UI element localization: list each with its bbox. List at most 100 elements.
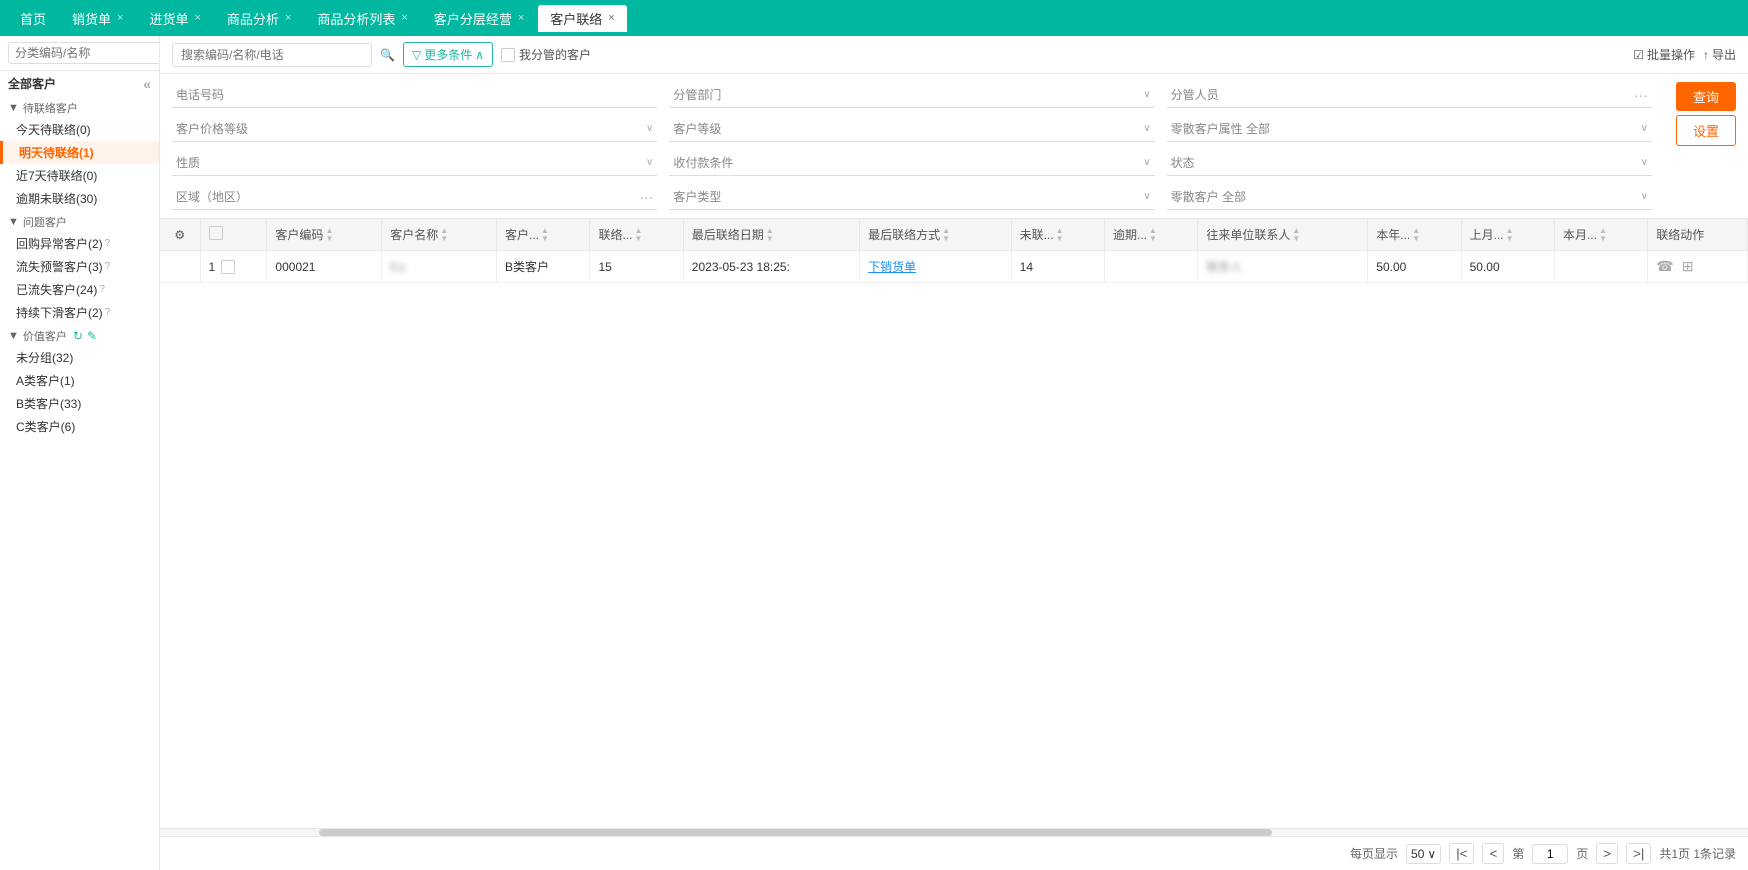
td-last-method[interactable]: 下销货单 (860, 251, 1012, 283)
per-page-select[interactable]: 50 ∨ (1406, 844, 1441, 864)
nav-customer-contact-close[interactable]: × (608, 12, 614, 24)
nav-home-label: 首页 (20, 9, 46, 28)
help-icon-declining[interactable]: ? (105, 307, 111, 318)
nav-product-analysis-list-close[interactable]: × (401, 12, 407, 24)
filter-dept-select[interactable]: ∨ (751, 89, 1150, 100)
sidebar-item-declining[interactable]: 持续下滑客户(2) ? (0, 301, 159, 324)
per-page-arrow: ∨ (1427, 847, 1436, 861)
sidebar-item-b-type[interactable]: B类客户(33) (0, 392, 159, 415)
filter-retail-customer-select[interactable]: ∨ (1254, 191, 1648, 202)
filter-payment: 收付款条件 ∨ (669, 150, 1154, 176)
help-icon-churned[interactable]: ? (99, 284, 105, 295)
nav-customer-tier[interactable]: 客户分层经营 × (422, 5, 536, 32)
th-unit-contact[interactable]: 往来单位联系人 ▲▼ (1198, 219, 1368, 251)
sidebar-item-week[interactable]: 近7天待联络(0) (0, 164, 159, 187)
td-unit-contact: 联系人 (1198, 251, 1368, 283)
bulk-op-button[interactable]: ☑ 批量操作 (1633, 46, 1695, 63)
filter-price-level-select[interactable]: ∨ (256, 123, 653, 134)
th-this-month[interactable]: 本月... ▲▼ (1554, 219, 1647, 251)
export-button[interactable]: ↑ 导出 (1703, 46, 1736, 63)
more-filter-button[interactable]: ▽ 更多条件 ∧ (403, 42, 493, 67)
nav-sales[interactable]: 销货单 × (60, 5, 135, 32)
search-icon[interactable]: 🔍 (380, 48, 395, 62)
first-page-button[interactable]: |< (1449, 843, 1474, 864)
nav-product-analysis-list[interactable]: 商品分析列表 × (305, 5, 419, 32)
sidebar-group-pending[interactable]: ▼ 待联络客户 (0, 96, 159, 118)
sidebar-item-repurchase[interactable]: 回购异常客户(2) ? (0, 232, 159, 255)
nav-product-analysis[interactable]: 商品分析 × (215, 5, 303, 32)
header-checkbox[interactable] (209, 226, 223, 240)
filter-manager-dots[interactable]: ··· (1634, 87, 1648, 103)
filter-manager-select[interactable]: ··· (1249, 87, 1648, 103)
prev-page-button[interactable]: < (1482, 843, 1504, 864)
td-checkbox[interactable]: 1 (200, 251, 267, 283)
help-icon-churn-warn[interactable]: ? (105, 261, 111, 272)
set-button[interactable]: 设置 (1676, 115, 1736, 146)
page-number-input[interactable] (1532, 844, 1568, 864)
th-contact[interactable]: 联络... ▲▼ (590, 219, 683, 251)
bottom-scrollbar[interactable] (160, 828, 1748, 836)
th-gear[interactable]: ⚙ (160, 219, 200, 251)
nav-customer-contact[interactable]: 客户联络 × (538, 5, 626, 32)
sidebar-item-a-type[interactable]: A类客户(1) (0, 369, 159, 392)
th-last-date[interactable]: 最后联络日期 ▲▼ (683, 219, 859, 251)
filter-customer-level-select[interactable]: ∨ (751, 123, 1150, 134)
th-last-method[interactable]: 最后联络方式 ▲▼ (860, 219, 1012, 251)
sidebar-item-c-type[interactable]: C类客户(6) (0, 415, 159, 438)
nav-product-analysis-close[interactable]: × (285, 12, 291, 24)
sidebar-item-tomorrow[interactable]: 明天待联络(1) (0, 141, 159, 164)
filter-retail-attr-select[interactable]: ∨ (1278, 123, 1648, 134)
gear-icon[interactable]: ⚙ (174, 228, 185, 242)
last-method-link[interactable]: 下销货单 (868, 260, 916, 274)
nav-home[interactable]: 首页 (8, 5, 58, 32)
main-layout: 🔍 全部客户 « ▼ 待联络客户 今天待联络(0) 明天待联络(1) 近7天待联… (0, 36, 1748, 870)
filter-region-dots[interactable]: ··· (639, 189, 653, 205)
th-unit-contact-sort: 往来单位联系人 ▲▼ (1206, 226, 1300, 243)
sidebar-search-input[interactable] (8, 42, 160, 64)
nav-sales-close[interactable]: × (117, 12, 123, 24)
th-uncontacted[interactable]: 未联... ▲▼ (1011, 219, 1104, 251)
sidebar-item-ungrouped[interactable]: 未分组(32) (0, 346, 159, 369)
row-checkbox[interactable] (221, 260, 235, 274)
th-checkbox[interactable] (200, 219, 267, 251)
filter-dept-label: 分管部门 (673, 86, 743, 103)
phone-action-icon[interactable]: ☎ (1656, 258, 1673, 275)
nav-customer-tier-close[interactable]: × (518, 12, 524, 24)
th-this-year[interactable]: 本年... ▲▼ (1368, 219, 1461, 251)
sidebar-item-overdue[interactable]: 逾期未联络(30) (0, 187, 159, 210)
row-index: 1 (209, 260, 216, 274)
td-gear[interactable] (160, 251, 200, 283)
th-type[interactable]: 客户... ▲▼ (496, 219, 589, 251)
nav-purchase-close[interactable]: × (194, 12, 200, 24)
my-customers-toggle[interactable]: 我分管的客户 (501, 46, 591, 63)
sidebar-group-problem[interactable]: ▼ 问题客户 (0, 210, 159, 232)
sidebar-item-churn-warn[interactable]: 流失预警客户(3) ? (0, 255, 159, 278)
sidebar-group-value[interactable]: ▼ 价值客户 ↻ ✎ (0, 324, 159, 346)
last-page-button[interactable]: >| (1626, 843, 1651, 864)
th-overdue[interactable]: 逾期... ▲▼ (1104, 219, 1197, 251)
sidebar-item-churned[interactable]: 已流失客户(24) ? (0, 278, 159, 301)
filter-nature-select[interactable]: ∨ (254, 157, 653, 168)
filter-payment-select[interactable]: ∨ (751, 157, 1150, 168)
filter-rows: 电话号码 分管部门 ∨ (172, 82, 1652, 210)
grid-action-icon[interactable]: ⊞ (1682, 258, 1694, 275)
th-code[interactable]: 客户编码 ▲▼ (267, 219, 382, 251)
filter-status-select[interactable]: ∨ (1249, 157, 1648, 168)
query-button[interactable]: 查询 (1676, 82, 1736, 111)
nav-purchase[interactable]: 进货单 × (137, 5, 212, 32)
sidebar-all-customers[interactable]: 全部客户 « (0, 71, 159, 96)
search-input[interactable] (172, 43, 372, 67)
filter-customer-type-select[interactable]: ∨ (751, 191, 1150, 202)
next-page-button[interactable]: > (1596, 843, 1618, 864)
th-name[interactable]: 客户名称 ▲▼ (382, 219, 497, 251)
sidebar-group-value-edit[interactable]: ✎ (87, 329, 97, 343)
sidebar-item-today[interactable]: 今天待联络(0) (0, 118, 159, 141)
scroll-thumb[interactable] (319, 829, 1272, 836)
th-last-month[interactable]: 上月... ▲▼ (1461, 219, 1554, 251)
th-code-label: 客户编码 (275, 226, 323, 243)
sidebar-collapse-icon[interactable]: « (143, 76, 151, 92)
help-icon-repurchase[interactable]: ? (105, 238, 111, 249)
my-customers-checkbox[interactable] (501, 48, 515, 62)
filter-region-select[interactable]: ··· (256, 189, 653, 205)
sidebar-group-value-refresh[interactable]: ↻ (73, 329, 83, 343)
